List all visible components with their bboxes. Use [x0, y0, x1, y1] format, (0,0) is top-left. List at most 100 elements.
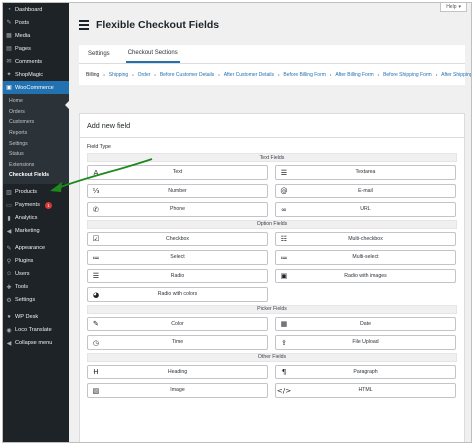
sidebar-item-label: WP Desk — [15, 314, 39, 321]
tab-settings[interactable]: Settings — [86, 44, 112, 63]
image-icon: ▨ — [92, 385, 100, 395]
admin-sidebar: ◔ Dashboard ✎ Posts ▦ Media ▤ Pages ✉ Comments ✦ Sh… — [3, 3, 69, 442]
field-type-multi-checkbox-button[interactable]: ☷ Multi-checkbox — [275, 231, 456, 246]
submenu-item-customers[interactable]: Customers — [3, 117, 69, 128]
submenu-item-home[interactable]: Home — [3, 96, 69, 107]
sidebar-item-media[interactable]: ▦ Media — [3, 29, 69, 42]
section-link[interactable]: Shipping — [109, 72, 128, 78]
submenu-item-extensions[interactable]: Extensions — [3, 160, 69, 171]
field-type-label: Image — [170, 387, 185, 394]
section-link[interactable]: Billing — [86, 72, 99, 78]
separator-dot: • — [132, 72, 134, 77]
field-type-number-button[interactable]: ⅓ Number — [87, 183, 268, 198]
sidebar-item-marketing[interactable]: ◀ Marketing — [3, 225, 69, 238]
field-type-radio-with-colors-button[interactable]: ◕ Radio with colors — [87, 287, 268, 302]
field-type-url-button[interactable]: ∞ URL — [275, 202, 456, 217]
code-icon: </> — [276, 385, 292, 395]
section-link[interactable]: Before Billing Form — [283, 72, 326, 78]
field-type-textarea-button[interactable]: ☰ Textarea — [275, 165, 456, 180]
multi-select-icon: ≔ — [280, 252, 288, 262]
submenu-item-status[interactable]: Status — [3, 149, 69, 160]
sidebar-item-wp-desk[interactable]: ● WP Desk — [3, 311, 69, 324]
section-link[interactable]: After Customer Details — [224, 72, 274, 78]
sidebar-item-posts[interactable]: ✎ Posts — [3, 16, 69, 29]
field-type-grid: H Heading ¶ Paragraph ▨ Image </> HTML — [87, 364, 457, 398]
wpdesk-icon: ● — [7, 314, 11, 321]
products-icon: ▥ — [6, 189, 12, 196]
sidebar-item-woocommerce[interactable]: ▣ WooCommerce — [3, 81, 69, 94]
sidebar-item-payments[interactable]: ▭ Payments 1 — [3, 199, 69, 212]
sidebar-item-label: Media — [15, 32, 31, 39]
field-type-select-button[interactable]: ≔ Select — [87, 250, 268, 265]
sidebar-item-label: Plugins — [15, 258, 34, 265]
field-type-label: Heading — [167, 368, 188, 375]
separator-dot: • — [377, 72, 380, 77]
sidebar-item-plugins[interactable]: ⚲ Plugins — [3, 255, 69, 268]
field-type-radio-with-images-button[interactable]: ▣ Radio with images — [275, 268, 456, 283]
field-type-text-button[interactable]: A Text — [87, 165, 268, 180]
field-type-label: Checkbox — [165, 235, 190, 242]
section-link[interactable]: After Shipping Form — [441, 72, 471, 78]
select-icon: ≔ — [92, 252, 100, 262]
field-type-checkbox-button[interactable]: ☑ Checkbox — [87, 231, 268, 246]
sidebar-item-tools[interactable]: ✚ Tools — [3, 281, 69, 294]
section-link[interactable]: Before Customer Details — [160, 72, 214, 78]
sidebar-item-comments[interactable]: ✉ Comments — [3, 55, 69, 68]
field-type-label: Time — [171, 339, 184, 346]
sidebar-item-settings[interactable]: ⚙ Settings — [3, 294, 69, 307]
field-type-multi-select-button[interactable]: ≔ Multi-select — [275, 250, 456, 265]
field-type-phone-button[interactable]: ✆ Phone — [87, 202, 268, 217]
page-header: Flexible Checkout Fields — [79, 19, 219, 31]
settings-tabs: Settings Checkout Sections — [79, 45, 465, 64]
checkbox-icon: ☑ — [92, 234, 100, 244]
sidebar-item-loco-translate[interactable]: ◉ Loco Translate — [3, 324, 69, 337]
sidebar-item-users[interactable]: ☺ Users — [3, 268, 69, 281]
field-type-radio-button[interactable]: ☰ Radio — [87, 268, 268, 283]
field-type-image-button[interactable]: ▨ Image — [87, 383, 268, 398]
field-type-heading-button[interactable]: H Heading — [87, 364, 268, 379]
paragraph-icon: ¶ — [281, 367, 287, 377]
number-icon: ⅓ — [92, 186, 100, 196]
sidebar-item-label: Collapse menu — [15, 340, 53, 347]
sidebar-item-dashboard[interactable]: ◔ Dashboard — [3, 3, 69, 16]
field-type-date-button[interactable]: ▦ Date — [275, 316, 456, 331]
section-link[interactable]: Before Shipping Form — [383, 72, 432, 78]
section-link[interactable]: After Billing Form — [335, 72, 373, 78]
submenu-item-orders[interactable]: Orders — [3, 107, 69, 118]
field-type-time-button[interactable]: ◷ Time — [87, 335, 268, 350]
field-type-html-button[interactable]: </> HTML — [275, 383, 456, 398]
submenu-item-checkout-fields[interactable]: Checkout Fields — [3, 170, 69, 181]
sidebar-item-pages[interactable]: ▤ Pages — [3, 42, 69, 55]
submenu-item-settings[interactable]: Settings — [3, 138, 69, 149]
users-icon: ☺ — [5, 271, 13, 278]
sidebar-item-label: Appearance — [15, 245, 46, 252]
sidebar-item-shopmagic[interactable]: ✦ ShopMagic — [3, 68, 69, 81]
sidebar-item-collapse-menu[interactable]: ◀ Collapse menu — [3, 337, 69, 350]
sidebar-item-label: Dashboard — [15, 6, 43, 13]
dashboard-icon: ◔ — [7, 6, 11, 13]
field-type-label: E-mail — [358, 187, 373, 194]
sidebar-item-analytics[interactable]: ▮ Analytics — [3, 212, 69, 225]
sidebar-item-label: Settings — [15, 297, 36, 304]
collapse-icon: ◀ — [6, 340, 12, 347]
field-type-label: Text — [172, 169, 183, 176]
tab-checkout-sections[interactable]: Checkout Sections — [125, 44, 180, 63]
field-type-e-mail-button[interactable]: @ E-mail — [275, 183, 456, 198]
field-type-color-button[interactable]: ✎ Color — [87, 316, 268, 331]
section-link[interactable]: Order — [138, 72, 151, 78]
field-type-label: Phone — [169, 206, 185, 213]
field-type-label: Color — [171, 320, 184, 327]
field-group-heading: Text Fields — [87, 153, 457, 162]
field-type-groups: Text Fields A Text ☰ Textarea ⅓ Number @ E-mail ✆… — [87, 153, 457, 398]
field-type-label: Select — [170, 254, 185, 261]
sidebar-item-appearance[interactable]: ✎ Appearance — [3, 242, 69, 255]
field-type-grid: ✎ Color ▦ Date ◷ Time ⇪ File Upload — [87, 316, 457, 350]
submenu-item-reports[interactable]: Reports — [3, 128, 69, 139]
separator-dot: • — [435, 72, 438, 77]
field-type-file-upload-button[interactable]: ⇪ File Upload — [275, 335, 456, 350]
field-type-paragraph-button[interactable]: ¶ Paragraph — [275, 364, 456, 379]
sidebar-item-label: Payments — [15, 202, 40, 209]
sidebar-item-products[interactable]: ▥ Products — [3, 186, 69, 199]
separator-dot: • — [329, 72, 332, 77]
help-tab[interactable]: Help ▾ — [440, 3, 467, 12]
